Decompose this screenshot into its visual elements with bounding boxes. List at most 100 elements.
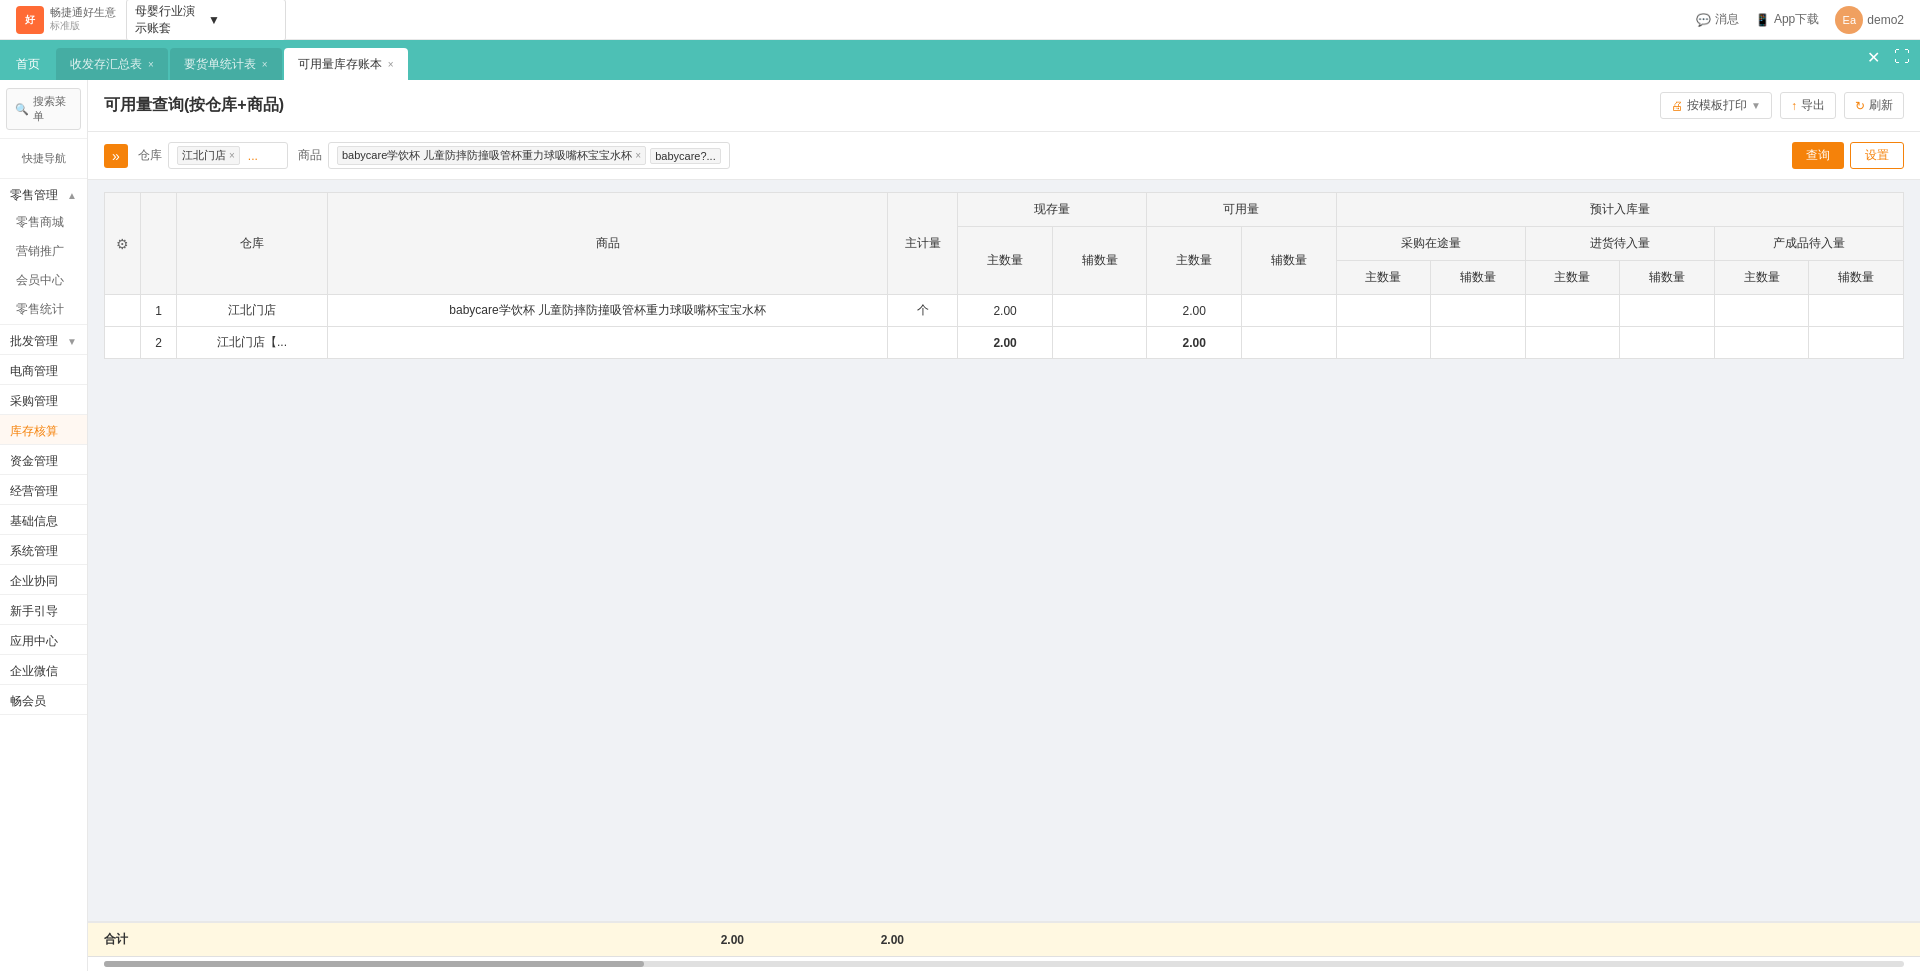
th-avail-main-qty: 主数量 <box>1147 227 1242 295</box>
row1-warehouse: 江北门店 <box>177 295 328 327</box>
row2-procure-aux <box>1431 327 1526 359</box>
sidebar-section-apps-header[interactable]: 应用中心 <box>0 625 87 654</box>
warehouse-filter: 仓库 江北门店 × ... <box>138 142 288 169</box>
scroll-track <box>104 961 1904 967</box>
sidebar-section-wechat-header[interactable]: 企业微信 <box>0 655 87 684</box>
expand-tabs-button[interactable]: ⛶ <box>1894 48 1910 66</box>
template-print-button[interactable]: 🖨 按模板打印 ▼ <box>1660 92 1772 119</box>
message-icon: 💬 <box>1696 13 1711 27</box>
sidebar-section-basic: 基础信息 <box>0 505 87 535</box>
row1-stock-main: 2.00 <box>958 295 1053 327</box>
sidebar-section-wechat-title: 企业微信 <box>10 663 58 680</box>
sidebar-item-quicknav[interactable]: 快捷导航 <box>0 145 87 172</box>
query-button[interactable]: 查询 <box>1792 142 1844 169</box>
sidebar-item-marketing[interactable]: 营销推广 <box>0 237 87 266</box>
sidebar-item-retail-stats[interactable]: 零售统计 <box>0 295 87 324</box>
row2-avail-main: 2.00 <box>1147 327 1242 359</box>
sidebar-section-ecommerce-title: 电商管理 <box>10 363 58 380</box>
logo-area: 好 畅捷通好生意 标准版 <box>16 6 116 34</box>
sidebar-section-apps-title: 应用中心 <box>10 633 58 650</box>
row1-inbound-main <box>1525 295 1620 327</box>
sidebar-section-member: 畅会员 <box>0 685 87 715</box>
sidebar-section-apps: 应用中心 <box>0 625 87 655</box>
export-button[interactable]: ↑ 导出 <box>1780 92 1836 119</box>
tab-close-receivable[interactable]: × <box>148 59 154 70</box>
tab-close-order-summary[interactable]: × <box>262 59 268 70</box>
message-button[interactable]: 💬 消息 <box>1696 11 1739 28</box>
tab-home[interactable]: 首页 <box>2 48 54 80</box>
row2-main-unit <box>888 327 958 359</box>
logo-icon: 好 <box>16 6 44 34</box>
close-all-tabs-button[interactable]: ✕ <box>1867 48 1880 67</box>
refresh-icon: ↻ <box>1855 99 1865 113</box>
sidebar-section-wholesale-header[interactable]: 批发管理 ▼ <box>0 325 87 354</box>
sidebar-section-procurement-header[interactable]: 采购管理 <box>0 385 87 414</box>
row1-main-unit: 个 <box>888 295 958 327</box>
warehouse-input[interactable]: 江北门店 × ... <box>168 142 288 169</box>
sidebar-section-basic-header[interactable]: 基础信息 <box>0 505 87 534</box>
th-stock-main-qty: 主数量 <box>958 227 1053 295</box>
page-title: 可用量查询(按仓库+商品) <box>104 95 284 116</box>
warehouse-more-button[interactable]: ... <box>244 149 262 163</box>
sidebar-section-inventory-header[interactable]: 库存核算 <box>0 415 87 444</box>
sidebar-section-enterprise: 企业协同 <box>0 565 87 595</box>
row2-stock-main: 2.00 <box>958 327 1053 359</box>
scroll-thumb[interactable] <box>104 961 644 967</box>
sidebar-section-operations-title: 经营管理 <box>10 483 58 500</box>
order-summary-tab-label: 要货单统计表 <box>184 56 256 73</box>
sidebar-section-system-header[interactable]: 系统管理 <box>0 535 87 564</box>
sidebar-item-member-center[interactable]: 会员中心 <box>0 266 87 295</box>
tab-receivable[interactable]: 收发存汇总表 × <box>56 48 168 80</box>
row2-stock-aux <box>1052 327 1147 359</box>
content-area: 可用量查询(按仓库+商品) 🖨 按模板打印 ▼ ↑ 导出 ↻ 刷新 » <box>88 80 1920 971</box>
sidebar-section-finance-header[interactable]: 资金管理 <box>0 445 87 474</box>
sidebar-section-guide-title: 新手引导 <box>10 603 58 620</box>
download-icon: 📱 <box>1755 13 1770 27</box>
sidebar-section-retail: 零售管理 ▲ 零售商城 营销推广 会员中心 零售统计 <box>0 179 87 325</box>
sidebar-section-procurement-title: 采购管理 <box>10 393 58 410</box>
filter-actions: 查询 设置 <box>1792 142 1904 169</box>
sidebar-section-member-title: 畅会员 <box>10 693 46 710</box>
sidebar-item-retail-mall[interactable]: 零售商城 <box>0 208 87 237</box>
tab-close-available-inventory[interactable]: × <box>388 59 394 70</box>
row2-procure-main <box>1336 327 1431 359</box>
product-tag-1-close[interactable]: × <box>635 150 641 161</box>
sidebar-section-operations-header[interactable]: 经营管理 <box>0 475 87 504</box>
sidebar-section-enterprise-header[interactable]: 企业协同 <box>0 565 87 594</box>
sidebar-section-ecommerce-header[interactable]: 电商管理 <box>0 355 87 384</box>
tab-available-inventory[interactable]: 可用量库存账本 × <box>284 48 408 80</box>
account-selector[interactable]: 母婴行业演示账套 ▼ <box>126 0 286 41</box>
setting-button[interactable]: 设置 <box>1850 142 1904 169</box>
product-input[interactable]: babycare学饮杯 儿童防摔防撞吸管杯重力球吸嘴杯宝宝水杯 × babyca… <box>328 142 730 169</box>
user-avatar-area[interactable]: Ea demo2 <box>1835 6 1904 34</box>
page-actions: 🖨 按模板打印 ▼ ↑ 导出 ↻ 刷新 <box>1660 92 1904 119</box>
th-product-main: 主数量 <box>1714 261 1809 295</box>
sidebar-section-wholesale: 批发管理 ▼ <box>0 325 87 355</box>
warehouse-tag-close[interactable]: × <box>229 150 235 161</box>
horizontal-scrollbar[interactable] <box>88 956 1920 971</box>
settings-icon[interactable]: ⚙ <box>116 236 129 252</box>
row2-inbound-main <box>1525 327 1620 359</box>
sidebar-section-retail-header[interactable]: 零售管理 ▲ <box>0 179 87 208</box>
page-header: 可用量查询(按仓库+商品) 🖨 按模板打印 ▼ ↑ 导出 ↻ 刷新 <box>88 80 1920 132</box>
filter-expand-button[interactable]: » <box>104 144 128 168</box>
sidebar-section-procurement: 采购管理 <box>0 385 87 415</box>
row1-product: babycare学饮杯 儿童防摔防撞吸管杯重力球吸嘴杯宝宝水杯 <box>328 295 888 327</box>
sidebar-section-ecommerce: 电商管理 <box>0 355 87 385</box>
total-label: 合计 <box>104 931 594 948</box>
row2-product <box>328 327 888 359</box>
th-settings: ⚙ <box>105 193 141 295</box>
refresh-button[interactable]: ↻ 刷新 <box>1844 92 1904 119</box>
available-inventory-tab-label: 可用量库存账本 <box>298 56 382 73</box>
chevron-up-icon: ▲ <box>67 190 77 201</box>
sidebar-section-member-header[interactable]: 畅会员 <box>0 685 87 714</box>
app-download-button[interactable]: 📱 App下载 <box>1755 11 1819 28</box>
sidebar-section-basic-title: 基础信息 <box>10 513 58 530</box>
sidebar-section-guide-header[interactable]: 新手引导 <box>0 595 87 624</box>
sidebar-section-system-title: 系统管理 <box>10 543 58 560</box>
row2-warehouse: 江北门店【... <box>177 327 328 359</box>
warehouse-tag-jb: 江北门店 × <box>177 146 240 165</box>
sidebar-section-finance: 资金管理 <box>0 445 87 475</box>
search-menu-button[interactable]: 🔍 搜索菜单 <box>6 88 81 130</box>
tab-order-summary[interactable]: 要货单统计表 × <box>170 48 282 80</box>
